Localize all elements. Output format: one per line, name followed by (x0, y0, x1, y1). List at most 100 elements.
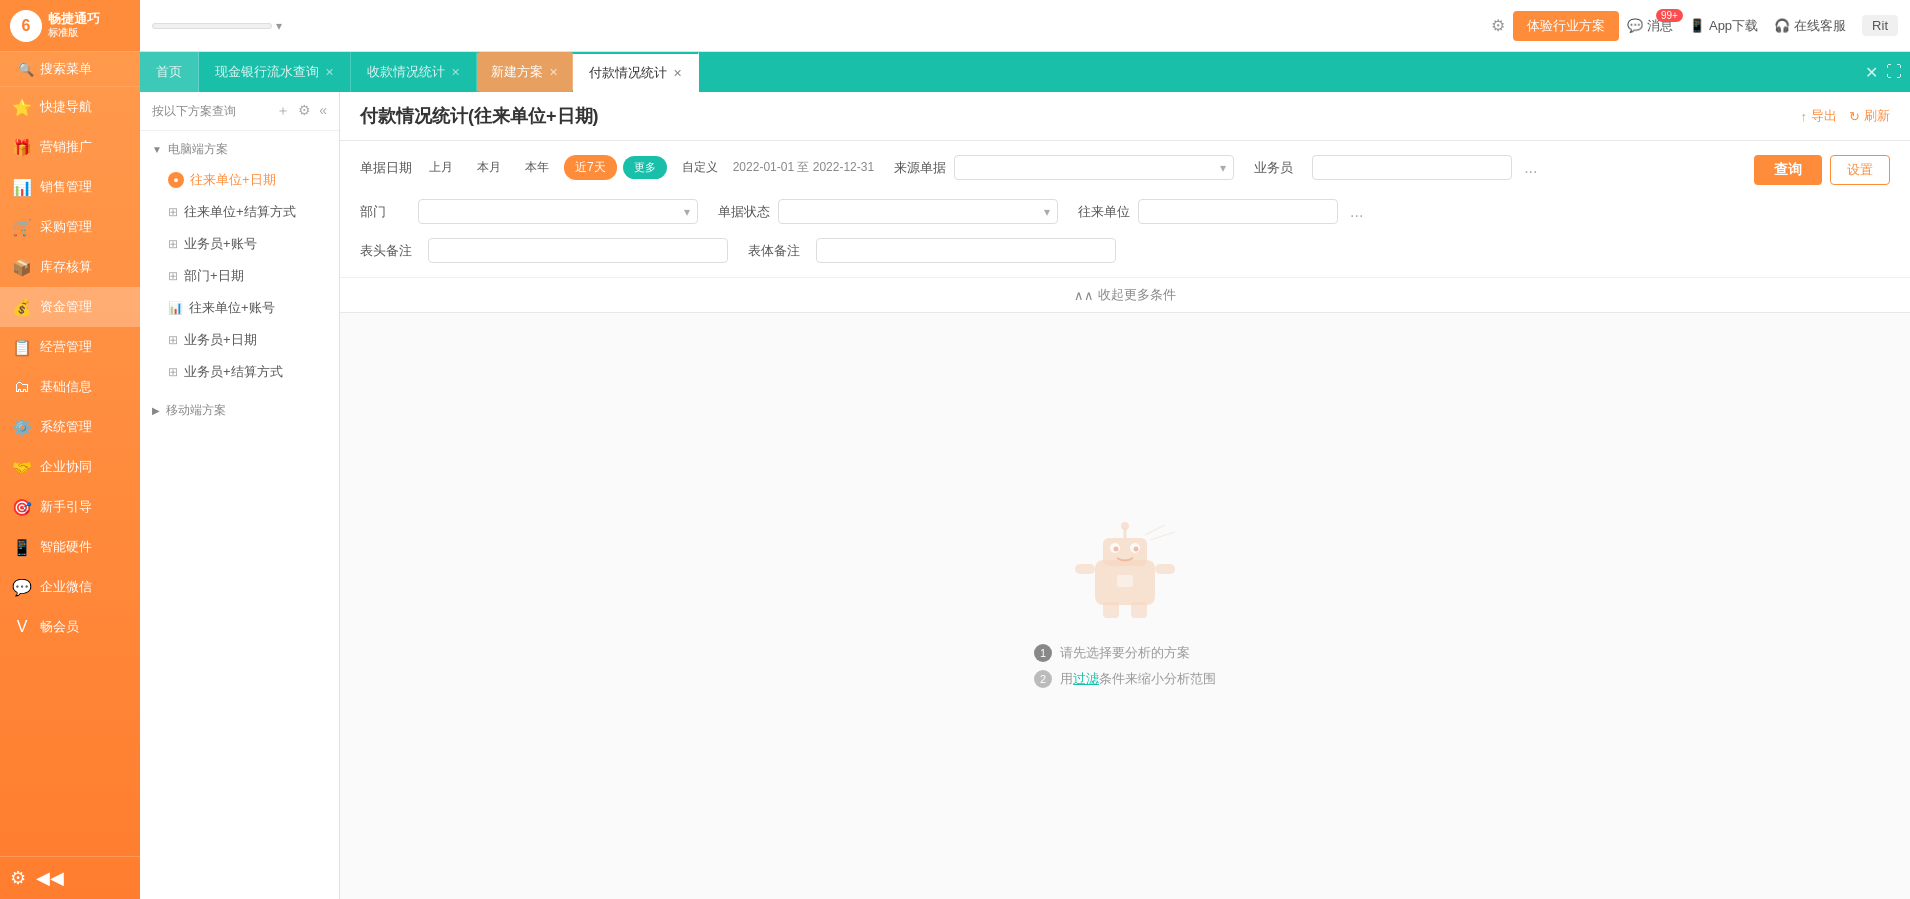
status-label: 单据状态 (718, 203, 770, 221)
tab-home[interactable]: 首页 (140, 52, 199, 92)
export-button[interactable]: ↑ 导出 (1801, 107, 1838, 125)
date-btn-last-month[interactable]: 上月 (420, 155, 462, 180)
sidebar-item-search-menu[interactable]: 🔍 搜索菜单 (0, 52, 140, 87)
table-icon-3: ⊞ (168, 269, 178, 283)
schema-item-staff-account[interactable]: ⊞ 业务员+账号 (140, 228, 339, 260)
tab-cash-flow[interactable]: 现金银行流水查询 ✕ (199, 52, 351, 92)
sidebar-item-quick-nav[interactable]: ⭐ 快捷导航 (0, 87, 140, 127)
settings-bottom-icon[interactable]: ⚙ (10, 867, 26, 889)
breadcrumb-input[interactable] (152, 23, 272, 29)
sidebar-item-enterprise[interactable]: 🤝 企业协同 (0, 447, 140, 487)
source-select[interactable] (954, 155, 1234, 180)
svg-point-7 (1134, 547, 1139, 552)
page-title: 付款情况统计(往来单位+日期) (360, 104, 599, 128)
sidebar-item-weixin[interactable]: 💬 企业微信 (0, 567, 140, 607)
chat-icon: 💬 (12, 577, 32, 597)
tbody-remark-input[interactable] (816, 238, 1116, 263)
app-download-btn[interactable]: 📱 App下载 (1689, 17, 1758, 35)
gear-icon: ⚙️ (12, 417, 32, 437)
svg-rect-8 (1075, 564, 1095, 574)
schema-item-unit-date[interactable]: ● 往来单位+日期 (140, 164, 339, 196)
date-btn-more[interactable]: 更多 (623, 156, 667, 179)
tab-close-receipt[interactable]: ✕ (451, 66, 460, 79)
schema-item-unit-settle[interactable]: ⊞ 往来单位+结算方式 (140, 196, 339, 228)
schema-item-unit-account[interactable]: 📊 往来单位+账号 (140, 292, 339, 324)
chevron-down-icon: ▼ (152, 144, 162, 155)
thead-remark-label: 表头备注 (360, 242, 420, 260)
filter-highlight-link[interactable]: 过滤 (1073, 671, 1099, 686)
sidebar-item-finance[interactable]: 💰 资金管理 (0, 287, 140, 327)
unit-dots[interactable]: ... (1350, 203, 1363, 221)
tab-payment-stats[interactable]: 付款情况统计 ✕ (573, 52, 699, 92)
tab-close-new-plan[interactable]: ✕ (549, 66, 558, 79)
message-btn[interactable]: 💬 消息 99+ (1627, 17, 1673, 35)
source-select-wrap (954, 155, 1234, 180)
add-schema-icon[interactable]: ＋ (276, 102, 290, 120)
refresh-button[interactable]: ↻ 刷新 (1849, 107, 1890, 125)
filter-staff-item: 业务员 ... (1254, 155, 1537, 180)
sidebar-item-sales[interactable]: 📊 销售管理 (0, 167, 140, 207)
empty-state: 1 请先选择要分析的方案 2 用过滤条件来缩小分析范围 (340, 313, 1910, 899)
dept-select[interactable] (418, 199, 698, 224)
schema-item-staff-settle[interactable]: ⊞ 业务员+结算方式 (140, 356, 339, 388)
collapse-up-icon: ∧∧ (1074, 288, 1094, 303)
left-panel-header: 按以下方案查询 ＋ ⚙ « (140, 92, 339, 131)
date-btn-this-month[interactable]: 本月 (468, 155, 510, 180)
trial-button[interactable]: 体验行业方案 (1513, 11, 1619, 41)
sidebar-item-basic[interactable]: 🗂 基础信息 (0, 367, 140, 407)
table-icon-5: ⊞ (168, 365, 178, 379)
schema-item-dept-date[interactable]: ⊞ 部门+日期 (140, 260, 339, 292)
query-button[interactable]: 查询 (1754, 155, 1822, 185)
unit-input[interactable] (1138, 199, 1338, 224)
tip-num-1: 1 (1034, 644, 1052, 662)
tab-close-payment[interactable]: ✕ (673, 67, 682, 80)
breadcrumb: ▾ (152, 19, 1483, 33)
schema-group-mobile-title[interactable]: ▶ 移动端方案 (140, 396, 339, 425)
logo-icon: 6 (10, 10, 42, 42)
tab-new-plan[interactable]: 新建方案 ✕ (477, 52, 573, 92)
right-panel: 付款情况统计(往来单位+日期) ↑ 导出 ↻ 刷新 (340, 92, 1910, 899)
svg-rect-9 (1155, 564, 1175, 574)
tbody-remark-label: 表体备注 (748, 242, 808, 260)
status-select[interactable] (778, 199, 1058, 224)
sidebar-item-purchase[interactable]: 🛒 采购管理 (0, 207, 140, 247)
schema-item-staff-date[interactable]: ⊞ 业务员+日期 (140, 324, 339, 356)
filter-action-btns: 查询 设置 (1754, 155, 1890, 185)
staff-dots[interactable]: ... (1524, 159, 1537, 177)
table-icon-4: ⊞ (168, 333, 178, 347)
tab-receipt-stats[interactable]: 收款情况统计 ✕ (351, 52, 477, 92)
table-icon-2: ⊞ (168, 237, 178, 251)
username-display[interactable]: Rit (1862, 15, 1898, 36)
topbar-settings-icon[interactable]: ⚙ (1491, 16, 1505, 35)
tab-close-cash-flow[interactable]: ✕ (325, 66, 334, 79)
sidebar-item-system[interactable]: ⚙️ 系统管理 (0, 407, 140, 447)
filter-settings-button[interactable]: 设置 (1830, 155, 1890, 185)
staff-input[interactable] (1312, 155, 1512, 180)
online-service-btn[interactable]: 🎧 在线客服 (1774, 17, 1846, 35)
date-btn-this-year[interactable]: 本年 (516, 155, 558, 180)
schema-settings-icon[interactable]: ⚙ (298, 102, 311, 120)
sidebar-item-hardware[interactable]: 📱 智能硬件 (0, 527, 140, 567)
filter-collapse-btn[interactable]: ∧∧ 收起更多条件 (340, 277, 1910, 312)
filter-status-item: 单据状态 (718, 199, 1058, 224)
filter-source-item: 来源单据 (894, 155, 1234, 180)
dept-select-wrap (418, 199, 698, 224)
left-panel-title: 按以下方案查询 (152, 103, 236, 120)
sidebar-item-marketing[interactable]: 🎁 营销推广 (0, 127, 140, 167)
schema-group-desktop-title[interactable]: ▼ 电脑端方案 (140, 135, 339, 164)
box-icon: 📦 (12, 257, 32, 277)
sidebar-item-vip[interactable]: V 畅会员 (0, 607, 140, 647)
tabbar-actions: ✕ ⛶ (1865, 63, 1910, 82)
tab-expand-icon[interactable]: ⛶ (1886, 63, 1902, 81)
tab-close-all-icon[interactable]: ✕ (1865, 63, 1878, 82)
date-btn-custom[interactable]: 自定义 (673, 155, 727, 180)
sidebar-item-guide[interactable]: 🎯 新手引导 (0, 487, 140, 527)
date-btn-7days[interactable]: 近7天 (564, 155, 617, 180)
sidebar-item-operation[interactable]: 📋 经营管理 (0, 327, 140, 367)
collapse-panel-icon[interactable]: « (319, 102, 327, 120)
svg-rect-1 (1103, 538, 1147, 566)
sidebar-item-inventory[interactable]: 📦 库存核算 (0, 247, 140, 287)
thead-remark-input[interactable] (428, 238, 728, 263)
folder-icon: 🗂 (12, 377, 32, 397)
collapse-sidebar-icon[interactable]: ◀◀ (36, 867, 64, 889)
